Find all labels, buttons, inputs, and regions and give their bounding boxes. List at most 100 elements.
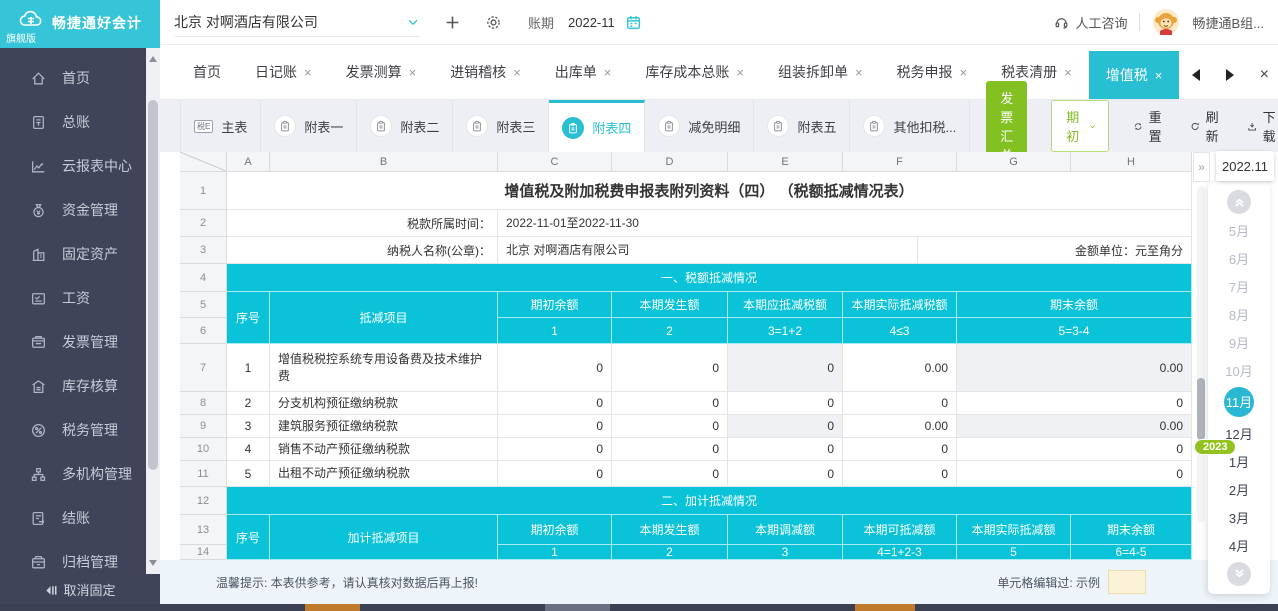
seq-cell[interactable]: 2 — [227, 392, 270, 415]
seq-cell[interactable]: 3 — [227, 415, 270, 438]
seq-cell[interactable]: 5 — [227, 461, 270, 487]
row-number[interactable]: 2 — [180, 210, 227, 237]
sheet-tab-annex3[interactable]: 附表三 — [453, 100, 550, 152]
seq-cell[interactable]: 4 — [227, 438, 270, 461]
sidebar-item-invoices[interactable]: 发票管理 — [0, 320, 160, 364]
sidebar-item-inventory[interactable]: 库存核算 — [0, 364, 160, 408]
value-cell[interactable]: 0 — [728, 461, 843, 487]
scroll-tabs-right-icon[interactable] — [1213, 51, 1247, 99]
tab-invoice-calc[interactable]: 发票测算 × — [329, 45, 434, 99]
column-header-E[interactable]: E — [728, 152, 843, 172]
sheet-tab-main[interactable]: 税E 主表 — [180, 100, 262, 152]
month-item[interactable]: 3月 — [1229, 506, 1249, 528]
row-number[interactable]: 1 — [180, 172, 227, 210]
sheet-tab-annex4-active[interactable]: 附表四 — [549, 100, 646, 152]
value-cell[interactable]: 0 — [612, 344, 728, 392]
month-item[interactable]: 6月 — [1229, 248, 1249, 270]
column-header-C[interactable]: C — [498, 152, 612, 172]
sidebar-item-cloud-reports[interactable]: 云报表中心 — [0, 144, 160, 188]
row-number[interactable]: 14 — [180, 545, 227, 560]
value-cell[interactable]: 0 — [843, 461, 957, 487]
taxpayer-value[interactable]: 北京 对啊酒店有限公司 — [498, 237, 918, 264]
value-cell[interactable]: 0 — [498, 438, 612, 461]
value-cell[interactable]: 0 — [612, 461, 728, 487]
refresh-button[interactable]: 刷新 — [1190, 107, 1223, 145]
sidebar-item-general-ledger[interactable]: 总账 — [0, 100, 160, 144]
row-number[interactable]: 8 — [180, 392, 227, 415]
item-cell[interactable]: 出租不动产预征缴纳税款 — [270, 461, 498, 487]
sheet-tab-annex1[interactable]: 附表一 — [261, 100, 358, 152]
value-cell[interactable]: 0.00 — [843, 344, 957, 392]
download-button[interactable]: 下载 — [1247, 107, 1278, 145]
tab-inventory-ledger[interactable]: 库存成本总账 × — [628, 45, 761, 99]
sidebar-item-multi-org[interactable]: 多机构管理 — [0, 452, 160, 496]
value-cell[interactable]: 0 — [843, 392, 957, 415]
sidebar-item-fixed-assets[interactable]: 固定资产 — [0, 232, 160, 276]
rail-scroll-down-button[interactable] — [1227, 561, 1251, 586]
period-value[interactable]: 2022-11 — [568, 15, 615, 30]
month-item[interactable]: 9月 — [1229, 331, 1249, 353]
user-name[interactable]: 畅捷通B组... — [1192, 13, 1264, 32]
tax-period-value[interactable]: 2022-11-01至2022-11-30 — [498, 210, 1192, 237]
row-number[interactable]: 3 — [180, 237, 227, 264]
column-header-B[interactable]: B — [270, 152, 498, 172]
sheet-tab-other-deduction[interactable]: 其他扣税... — [850, 100, 971, 152]
month-item[interactable]: 7月 — [1229, 276, 1249, 298]
value-cell[interactable]: 0 — [728, 392, 843, 415]
value-cell[interactable]: 0 — [728, 344, 843, 392]
sidebar-scrollbar[interactable] — [146, 48, 160, 574]
grid-scroll-thumb[interactable] — [1197, 378, 1205, 440]
unpin-button[interactable]: 取消固定 — [0, 574, 160, 604]
row-number[interactable]: 4 — [180, 264, 227, 292]
row-number[interactable]: 9 — [180, 415, 227, 438]
close-icon[interactable]: × — [960, 65, 968, 80]
settings-gear-icon[interactable] — [485, 14, 502, 31]
close-icon[interactable]: × — [1064, 65, 1072, 80]
corner-cell[interactable] — [180, 152, 227, 172]
value-cell[interactable]: 0 — [843, 438, 957, 461]
value-cell[interactable]: 0.00 — [843, 415, 957, 438]
sheet-tab-annex5[interactable]: 附表五 — [754, 100, 851, 152]
close-icon[interactable]: × — [409, 65, 417, 80]
sheet-tab-reduction-detail[interactable]: 减免明细 — [645, 100, 755, 152]
item-cell[interactable]: 建筑服务预征缴纳税款 — [270, 415, 498, 438]
value-cell[interactable]: 0 — [498, 392, 612, 415]
row-number[interactable]: 7 — [180, 344, 227, 392]
value-cell[interactable]: 0 — [957, 438, 1192, 461]
value-cell[interactable]: 0 — [957, 392, 1192, 415]
month-item[interactable]: 4月 — [1229, 534, 1249, 556]
value-cell[interactable]: 0 — [498, 344, 612, 392]
support-button[interactable]: 人工咨询 — [1054, 13, 1127, 32]
value-cell[interactable]: 0 — [957, 461, 1192, 487]
row-number[interactable]: 5 — [180, 292, 227, 318]
value-cell[interactable]: 0 — [612, 415, 728, 438]
scroll-tabs-left-icon[interactable] — [1179, 51, 1213, 99]
value-cell[interactable]: 0 — [612, 438, 728, 461]
value-cell[interactable]: 0 — [612, 392, 728, 415]
close-icon[interactable]: × — [855, 65, 863, 80]
column-header-D[interactable]: D — [612, 152, 728, 172]
item-cell[interactable]: 销售不动产预征缴纳税款 — [270, 438, 498, 461]
column-header-A[interactable]: A — [227, 152, 270, 172]
scroll-up-arrow-icon[interactable] — [149, 56, 157, 62]
company-selector[interactable]: 北京 对啊酒店有限公司 — [174, 0, 420, 44]
column-header-F[interactable]: F — [843, 152, 957, 172]
value-cell[interactable]: 0 — [728, 415, 843, 438]
month-item[interactable]: 5月 — [1229, 220, 1249, 242]
item-cell[interactable]: 分支机构预征缴纳税款 — [270, 392, 498, 415]
close-icon[interactable]: × — [513, 65, 521, 80]
tab-purchase-audit[interactable]: 进销稽核 × — [433, 45, 538, 99]
row-number[interactable]: 6 — [180, 318, 227, 344]
value-cell[interactable]: 0.00 — [957, 415, 1192, 438]
user-avatar[interactable] — [1152, 8, 1180, 36]
tab-vat-active[interactable]: 增值税 × — [1088, 51, 1180, 99]
row-number[interactable]: 11 — [180, 461, 227, 487]
reset-button[interactable]: 重置 — [1133, 107, 1166, 145]
sidebar-item-funds[interactable]: 资金管理 — [0, 188, 160, 232]
value-cell[interactable]: 0 — [728, 438, 843, 461]
value-cell[interactable]: 0.00 — [957, 344, 1192, 392]
sidebar-item-home[interactable]: 首页 — [0, 56, 160, 100]
row-number[interactable]: 13 — [180, 515, 227, 545]
close-all-tabs-icon[interactable]: × — [1247, 51, 1278, 99]
close-icon[interactable]: × — [1155, 68, 1163, 83]
